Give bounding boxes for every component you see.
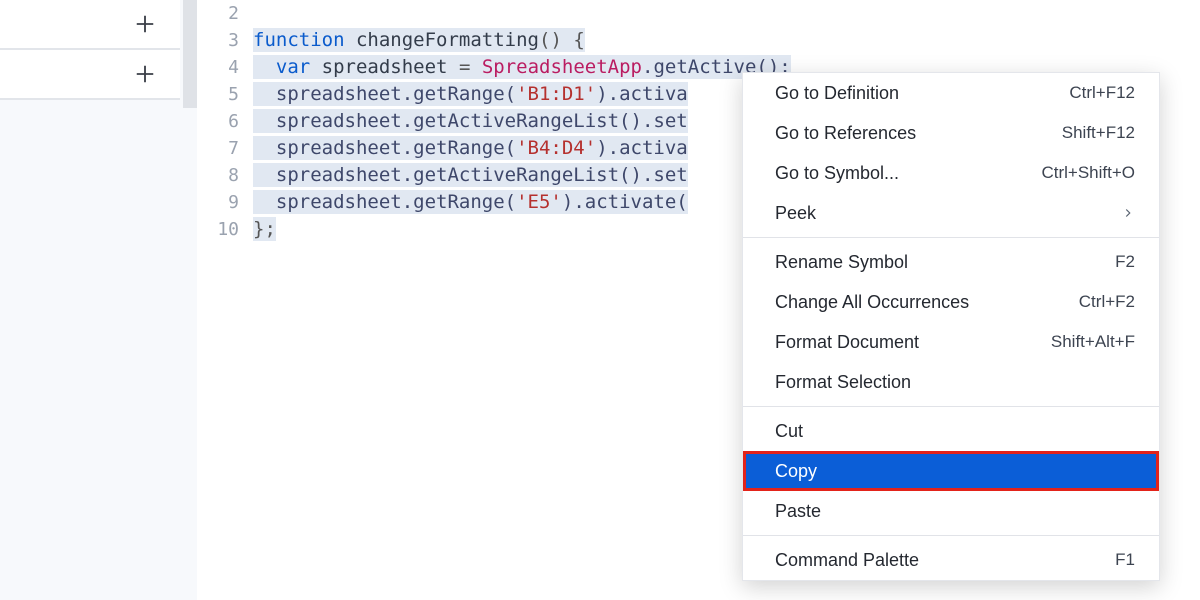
menu-label: Rename Symbol xyxy=(775,252,908,273)
menu-go-to-definition[interactable]: Go to Definition Ctrl+F12 xyxy=(743,73,1159,113)
menu-label: Change All Occurrences xyxy=(775,292,969,313)
chevron-right-icon xyxy=(1121,206,1135,220)
menu-shortcut: F1 xyxy=(1115,550,1135,570)
menu-label: Copy xyxy=(775,461,817,482)
line-number: 7 xyxy=(197,135,253,162)
menu-shortcut: F2 xyxy=(1115,252,1135,272)
menu-go-to-references[interactable]: Go to References Shift+F12 xyxy=(743,113,1159,153)
line-number: 4 xyxy=(197,54,253,81)
menu-command-palette[interactable]: Command Palette F1 xyxy=(743,540,1159,580)
menu-separator xyxy=(743,535,1159,536)
menu-shortcut: Shift+F12 xyxy=(1062,123,1135,143)
menu-label: Go to Symbol... xyxy=(775,163,899,184)
plus-icon xyxy=(134,13,156,35)
menu-cut[interactable]: Cut xyxy=(743,411,1159,451)
line-number: 3 xyxy=(197,27,253,54)
menu-separator xyxy=(743,406,1159,407)
menu-go-to-symbol[interactable]: Go to Symbol... Ctrl+Shift+O xyxy=(743,153,1159,193)
fold-gutter xyxy=(183,0,197,108)
line-number: 9 xyxy=(197,189,253,216)
line-number: 6 xyxy=(197,108,253,135)
menu-shortcut: Ctrl+F12 xyxy=(1069,83,1135,103)
plus-icon xyxy=(134,63,156,85)
menu-label: Go to References xyxy=(775,123,916,144)
menu-shortcut: Ctrl+F2 xyxy=(1079,292,1135,312)
left-action-panel xyxy=(0,0,180,108)
menu-label: Format Document xyxy=(775,332,919,353)
line-number: 5 xyxy=(197,81,253,108)
menu-change-all-occurrences[interactable]: Change All Occurrences Ctrl+F2 xyxy=(743,282,1159,322)
menu-label: Paste xyxy=(775,501,821,522)
menu-label: Format Selection xyxy=(775,372,911,393)
menu-shortcut: Shift+Alt+F xyxy=(1051,332,1135,352)
add-cell-button-1[interactable] xyxy=(0,0,180,50)
menu-copy[interactable]: Copy xyxy=(743,451,1159,491)
code-line: 2 xyxy=(197,0,1200,27)
editor-context-menu: Go to Definition Ctrl+F12 Go to Referenc… xyxy=(742,72,1160,581)
menu-label: Peek xyxy=(775,203,816,224)
menu-label: Command Palette xyxy=(775,550,919,571)
menu-separator xyxy=(743,237,1159,238)
menu-shortcut: Ctrl+Shift+O xyxy=(1041,163,1135,183)
menu-rename-symbol[interactable]: Rename Symbol F2 xyxy=(743,242,1159,282)
menu-format-document[interactable]: Format Document Shift+Alt+F xyxy=(743,322,1159,362)
code-line: 3 function changeFormatting() { xyxy=(197,27,1200,54)
menu-format-selection[interactable]: Format Selection xyxy=(743,362,1159,402)
menu-paste[interactable]: Paste xyxy=(743,491,1159,531)
menu-label: Go to Definition xyxy=(775,83,899,104)
menu-label: Cut xyxy=(775,421,803,442)
menu-peek[interactable]: Peek xyxy=(743,193,1159,233)
add-cell-button-2[interactable] xyxy=(0,50,180,100)
line-number: 10 xyxy=(197,216,253,243)
line-number: 8 xyxy=(197,162,253,189)
line-number: 2 xyxy=(197,0,253,27)
